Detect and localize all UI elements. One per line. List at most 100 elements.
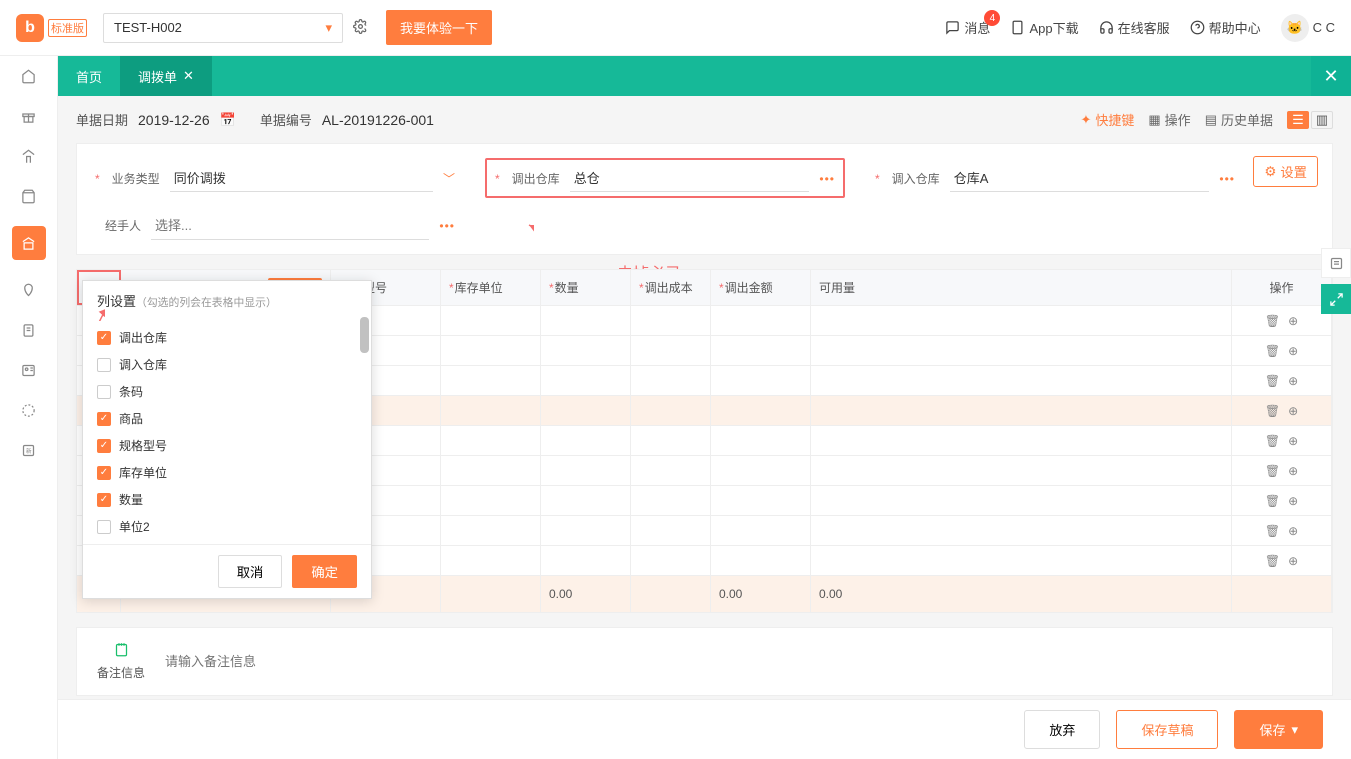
delete-icon[interactable]: 🗑 bbox=[1265, 464, 1280, 478]
scrollbar-thumb[interactable] bbox=[360, 317, 369, 353]
checkbox-icon[interactable] bbox=[97, 439, 111, 453]
org-name: TEST-H002 bbox=[114, 20, 182, 35]
detail-icon[interactable] bbox=[1321, 248, 1351, 278]
messages-badge: 4 bbox=[984, 10, 1000, 26]
clipboard-icon[interactable] bbox=[19, 320, 39, 340]
column-option[interactable]: 单位2 bbox=[83, 513, 371, 540]
copy-icon[interactable]: ⊕ bbox=[1288, 434, 1298, 448]
discard-button[interactable]: 放弃 bbox=[1024, 710, 1100, 749]
copy-icon[interactable]: ⊕ bbox=[1288, 524, 1298, 538]
popup-body[interactable]: 调出仓库调入仓库条码商品规格型号库存单位数量单位2 bbox=[83, 320, 371, 544]
remarks-label: 备注信息 bbox=[97, 664, 145, 681]
view-grid[interactable]: ▥ bbox=[1311, 111, 1333, 129]
header-gear-icon[interactable] bbox=[353, 19, 368, 37]
copy-icon[interactable]: ⊕ bbox=[1288, 314, 1298, 328]
main-area: 首页 调拨单✕ ✕ 单据日期 2019-12-26 📅 单据编号 AL-2019… bbox=[58, 56, 1351, 759]
copy-icon[interactable]: ⊕ bbox=[1288, 374, 1298, 388]
delete-icon[interactable]: 🗑 bbox=[1265, 554, 1280, 568]
out-wh-field[interactable] bbox=[570, 164, 810, 192]
close-all-tabs[interactable]: ✕ bbox=[1311, 56, 1351, 96]
checkbox-icon[interactable] bbox=[97, 358, 111, 372]
money-icon[interactable] bbox=[19, 280, 39, 300]
checkbox-icon[interactable] bbox=[97, 331, 111, 345]
column-option[interactable]: 调出仓库 bbox=[83, 324, 371, 351]
app-download-link[interactable]: App下载 bbox=[1010, 18, 1078, 37]
column-option[interactable]: 条码 bbox=[83, 378, 371, 405]
history-button[interactable]: ▤ 历史单据 bbox=[1205, 110, 1273, 129]
copy-icon[interactable]: ⊕ bbox=[1288, 494, 1298, 508]
header-right: 消息 4 App下载 在线客服 帮助中心 🐱 C C bbox=[945, 14, 1335, 42]
warehouse-icon[interactable] bbox=[12, 226, 46, 260]
footer: 放弃 保存草稿 保存▾ bbox=[58, 699, 1351, 759]
bag-icon[interactable] bbox=[19, 186, 39, 206]
trial-button[interactable]: 我要体验一下 bbox=[386, 10, 492, 45]
refresh-icon[interactable] bbox=[19, 400, 39, 420]
column-settings-popup: 列设置（勾选的列会在表格中显示） 调出仓库调入仓库条码商品规格型号库存单位数量单… bbox=[82, 280, 372, 599]
save-button[interactable]: 保存▾ bbox=[1234, 710, 1323, 749]
close-icon[interactable]: ✕ bbox=[183, 68, 194, 84]
operate-button[interactable]: ▦ 操作 bbox=[1148, 110, 1190, 129]
column-option[interactable]: 商品 bbox=[83, 405, 371, 432]
column-option-label: 条码 bbox=[119, 383, 143, 400]
delete-icon[interactable]: 🗑 bbox=[1265, 374, 1280, 388]
expand-icon[interactable] bbox=[1321, 284, 1351, 314]
column-option[interactable]: 调入仓库 bbox=[83, 351, 371, 378]
tab-transfer[interactable]: 调拨单✕ bbox=[120, 56, 212, 96]
messages-link[interactable]: 消息 4 bbox=[945, 18, 990, 37]
checkbox-icon[interactable] bbox=[97, 412, 111, 426]
delete-icon[interactable]: 🗑 bbox=[1265, 434, 1280, 448]
new-icon[interactable]: 新 bbox=[19, 440, 39, 460]
tab-home[interactable]: 首页 bbox=[58, 56, 120, 96]
delete-icon[interactable]: 🗑 bbox=[1265, 494, 1280, 508]
copy-icon[interactable]: ⊕ bbox=[1288, 404, 1298, 418]
contact-icon[interactable] bbox=[19, 360, 39, 380]
more-icon[interactable]: ••• bbox=[1219, 172, 1235, 186]
copy-icon[interactable]: ⊕ bbox=[1288, 344, 1298, 358]
shortcut-button[interactable]: ✦ 快捷键 bbox=[1080, 110, 1134, 129]
user-menu[interactable]: 🐱 C C bbox=[1281, 14, 1335, 42]
checkbox-icon[interactable] bbox=[97, 520, 111, 534]
gift-icon[interactable] bbox=[19, 106, 39, 126]
save-draft-button[interactable]: 保存草稿 bbox=[1116, 710, 1218, 749]
view-list[interactable]: ☰ bbox=[1287, 111, 1309, 129]
copy-icon[interactable]: ⊕ bbox=[1288, 554, 1298, 568]
column-option[interactable]: 库存单位 bbox=[83, 459, 371, 486]
form-settings-button[interactable]: ⚙设置 bbox=[1253, 156, 1318, 187]
out-warehouse-field-box: * 调出仓库 ••• bbox=[485, 158, 845, 198]
top-header: b 标准版 TEST-H002 ▾ 我要体验一下 消息 4 App下载 在线客服… bbox=[0, 0, 1351, 56]
biz-type-field[interactable] bbox=[170, 164, 433, 192]
remarks-input[interactable] bbox=[165, 654, 1318, 669]
help-center-link[interactable]: 帮助中心 bbox=[1190, 18, 1261, 37]
more-icon[interactable]: ••• bbox=[819, 172, 835, 186]
delete-icon[interactable]: 🗑 bbox=[1265, 314, 1280, 328]
column-option[interactable]: 规格型号 bbox=[83, 432, 371, 459]
remarks-card: 备注信息 bbox=[76, 627, 1333, 696]
home-icon[interactable] bbox=[19, 66, 39, 86]
help-center-label: 帮助中心 bbox=[1209, 18, 1261, 37]
delete-icon[interactable]: 🗑 bbox=[1265, 404, 1280, 418]
org-selector[interactable]: TEST-H002 ▾ bbox=[103, 13, 343, 43]
required-icon: * bbox=[95, 172, 100, 186]
checkbox-icon[interactable] bbox=[97, 466, 111, 480]
copy-icon[interactable]: ⊕ bbox=[1288, 464, 1298, 478]
column-option-label: 单位2 bbox=[119, 518, 150, 535]
more-icon[interactable]: ••• bbox=[439, 219, 455, 233]
chevron-down-icon[interactable]: ﹀ bbox=[443, 170, 455, 187]
biz-type-label: 业务类型 bbox=[112, 170, 160, 187]
popup-cancel-button[interactable]: 取消 bbox=[218, 555, 283, 588]
popup-confirm-button[interactable]: 确定 bbox=[292, 555, 357, 588]
delete-icon[interactable]: 🗑 bbox=[1265, 344, 1280, 358]
checkbox-icon[interactable] bbox=[97, 385, 111, 399]
upload-icon[interactable] bbox=[19, 146, 39, 166]
popup-title: 列设置 bbox=[97, 294, 136, 309]
in-wh-field[interactable] bbox=[950, 164, 1210, 192]
date-value[interactable]: 2019-12-26 bbox=[138, 112, 210, 128]
calendar-icon[interactable]: 📅 bbox=[220, 112, 236, 128]
online-service-link[interactable]: 在线客服 bbox=[1099, 18, 1170, 37]
checkbox-icon[interactable] bbox=[97, 493, 111, 507]
handler-field[interactable] bbox=[151, 212, 429, 240]
delete-icon[interactable]: 🗑 bbox=[1265, 524, 1280, 538]
column-option[interactable]: 数量 bbox=[83, 486, 371, 513]
th-qty: 数量 bbox=[555, 279, 579, 296]
total-amount: 0.00 bbox=[711, 576, 811, 612]
